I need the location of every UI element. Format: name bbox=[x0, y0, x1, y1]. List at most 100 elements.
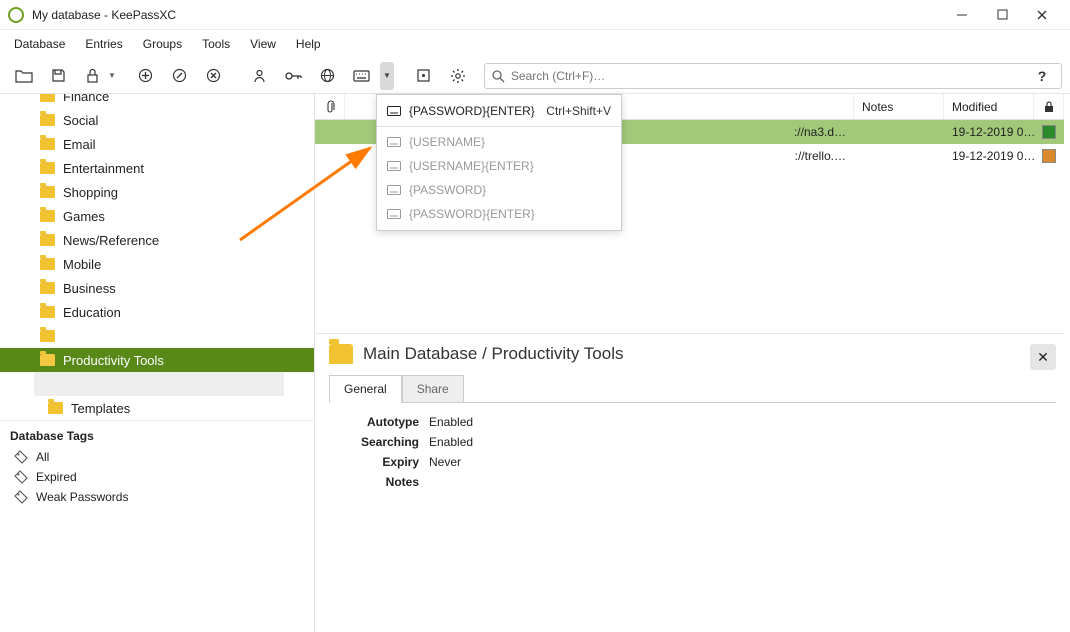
sidebar-item-games[interactable]: Games bbox=[0, 204, 314, 228]
tab-share[interactable]: Share bbox=[402, 375, 464, 403]
keyboard-icon bbox=[387, 161, 401, 171]
autotype-dropdown-button[interactable]: ▼ bbox=[380, 62, 394, 90]
database-tags-header: Database Tags bbox=[8, 427, 314, 447]
tag-weak-passwords[interactable]: Weak Passwords bbox=[8, 487, 314, 507]
dropdown-item[interactable]: {PASSWORD}{ENTER}Ctrl+Shift+V bbox=[377, 99, 621, 123]
add-entry-button[interactable] bbox=[130, 62, 162, 90]
password-generator-button[interactable] bbox=[408, 62, 440, 90]
detail-value: Enabled bbox=[429, 415, 1056, 429]
tag-icon bbox=[14, 450, 28, 464]
detail-field: ExpiryNever bbox=[329, 455, 1056, 469]
edit-entry-button[interactable] bbox=[164, 62, 196, 90]
menu-entries[interactable]: Entries bbox=[75, 33, 132, 55]
detail-key: Notes bbox=[329, 475, 429, 489]
sidebar-item-label: Entertainment bbox=[63, 161, 144, 176]
search-help-button[interactable]: ? bbox=[1029, 68, 1055, 84]
sidebar-item-templates[interactable]: Templates bbox=[0, 396, 314, 420]
sidebar-item-label: Mobile bbox=[63, 257, 101, 272]
col-modified[interactable]: Modified bbox=[944, 94, 1034, 119]
sidebar-item-mobile[interactable]: Mobile bbox=[0, 252, 314, 276]
col-lock[interactable] bbox=[1034, 94, 1064, 119]
tag-all[interactable]: All bbox=[8, 447, 314, 467]
copy-username-button[interactable] bbox=[244, 62, 276, 90]
menu-view[interactable]: View bbox=[240, 33, 286, 55]
close-details-button[interactable]: ✕ bbox=[1030, 344, 1056, 370]
maximize-button[interactable] bbox=[982, 1, 1022, 29]
detail-key: Autotype bbox=[329, 415, 429, 429]
color-swatch bbox=[1042, 149, 1056, 163]
sidebar: Finance Social Email Entertainment Shopping G… bbox=[0, 94, 315, 632]
detail-value: Enabled bbox=[429, 435, 1056, 449]
detail-key: Searching bbox=[329, 435, 429, 449]
minimize-button[interactable] bbox=[942, 1, 982, 29]
folder-icon bbox=[40, 210, 55, 222]
sidebar-item-label: Productivity Tools bbox=[63, 353, 164, 368]
col-notes[interactable]: Notes bbox=[854, 94, 944, 119]
sidebar-item-finance[interactable]: Finance bbox=[0, 94, 314, 108]
dropdown-item: {PASSWORD}{ENTER} bbox=[377, 202, 621, 226]
autotype-dropdown-menu: {PASSWORD}{ENTER}Ctrl+Shift+V{USERNAME}{… bbox=[376, 94, 622, 231]
sidebar-item-label: Education bbox=[63, 305, 121, 320]
sidebar-item-label: News/Reference bbox=[63, 233, 159, 248]
menu-groups[interactable]: Groups bbox=[133, 33, 192, 55]
sidebar-item-education[interactable]: Education bbox=[0, 300, 314, 324]
sidebar-item-business[interactable]: Business bbox=[0, 276, 314, 300]
dropdown-separator bbox=[377, 126, 621, 127]
folder-icon bbox=[40, 234, 55, 246]
detail-field: AutotypeEnabled bbox=[329, 415, 1056, 429]
menu-tools[interactable]: Tools bbox=[192, 33, 240, 55]
sidebar-item-label: Templates bbox=[71, 401, 130, 416]
detail-field: Notes bbox=[329, 475, 1056, 489]
sidebar-item-entertainment[interactable]: Entertainment bbox=[0, 156, 314, 180]
keyboard-icon bbox=[387, 106, 401, 116]
detail-value bbox=[429, 475, 1056, 489]
close-button[interactable] bbox=[1022, 1, 1062, 29]
folder-icon bbox=[40, 138, 55, 150]
sidebar-item-productivity-tools[interactable]: Productivity Tools bbox=[0, 348, 314, 372]
sidebar-item-social[interactable]: Social bbox=[0, 108, 314, 132]
folder-icon bbox=[40, 258, 55, 270]
dropdown-label: {PASSWORD}{ENTER} bbox=[409, 207, 611, 221]
dropdown-item: {USERNAME} bbox=[377, 130, 621, 154]
tag-expired[interactable]: Expired bbox=[8, 467, 314, 487]
autotype-button[interactable] bbox=[346, 62, 378, 90]
col-attachment[interactable] bbox=[315, 94, 345, 119]
dropdown-item: {PASSWORD} bbox=[377, 178, 621, 202]
menu-database[interactable]: Database bbox=[4, 33, 75, 55]
search-input[interactable] bbox=[511, 69, 1029, 83]
lock-dropdown[interactable]: ▼ bbox=[108, 71, 116, 80]
toolbar: ▼ ▼ ? bbox=[0, 58, 1070, 94]
sidebar-item-shopping[interactable]: Shopping bbox=[0, 180, 314, 204]
app-icon bbox=[8, 7, 24, 23]
sidebar-item-label: Games bbox=[63, 209, 105, 224]
sidebar-item-news-reference[interactable]: News/Reference bbox=[0, 228, 314, 252]
folder-icon bbox=[40, 306, 55, 318]
settings-button[interactable] bbox=[442, 62, 474, 90]
sidebar-item-blurred[interactable] bbox=[34, 372, 284, 396]
copy-password-button[interactable] bbox=[278, 62, 310, 90]
tab-general[interactable]: General bbox=[329, 375, 402, 403]
details-tabs: GeneralShare bbox=[329, 374, 1056, 403]
menu-help[interactable]: Help bbox=[286, 33, 331, 55]
keyboard-icon bbox=[387, 185, 401, 195]
tag-icon bbox=[14, 490, 28, 504]
delete-entry-button[interactable] bbox=[198, 62, 230, 90]
tag-label: All bbox=[36, 450, 49, 464]
lock-db-button[interactable] bbox=[76, 62, 108, 90]
dropdown-label: {PASSWORD}{ENTER} bbox=[409, 104, 538, 118]
cell-modified: 19-12-2019 0… bbox=[944, 120, 1034, 144]
tag-label: Expired bbox=[36, 470, 77, 484]
sidebar-item-label: Social bbox=[63, 113, 98, 128]
save-db-button[interactable] bbox=[42, 62, 74, 90]
details-path: Main Database / Productivity Tools bbox=[363, 344, 623, 364]
window-title: My database - KeePassXC bbox=[32, 8, 942, 22]
sidebar-item-empty[interactable] bbox=[0, 324, 314, 348]
search-box[interactable]: ? bbox=[484, 63, 1062, 89]
copy-url-button[interactable] bbox=[312, 62, 344, 90]
open-db-button[interactable] bbox=[8, 62, 40, 90]
sidebar-item-label: Finance bbox=[63, 94, 109, 104]
sidebar-item-label: Email bbox=[63, 137, 96, 152]
sidebar-item-email[interactable]: Email bbox=[0, 132, 314, 156]
tag-label: Weak Passwords bbox=[36, 490, 128, 504]
dropdown-item: {USERNAME}{ENTER} bbox=[377, 154, 621, 178]
